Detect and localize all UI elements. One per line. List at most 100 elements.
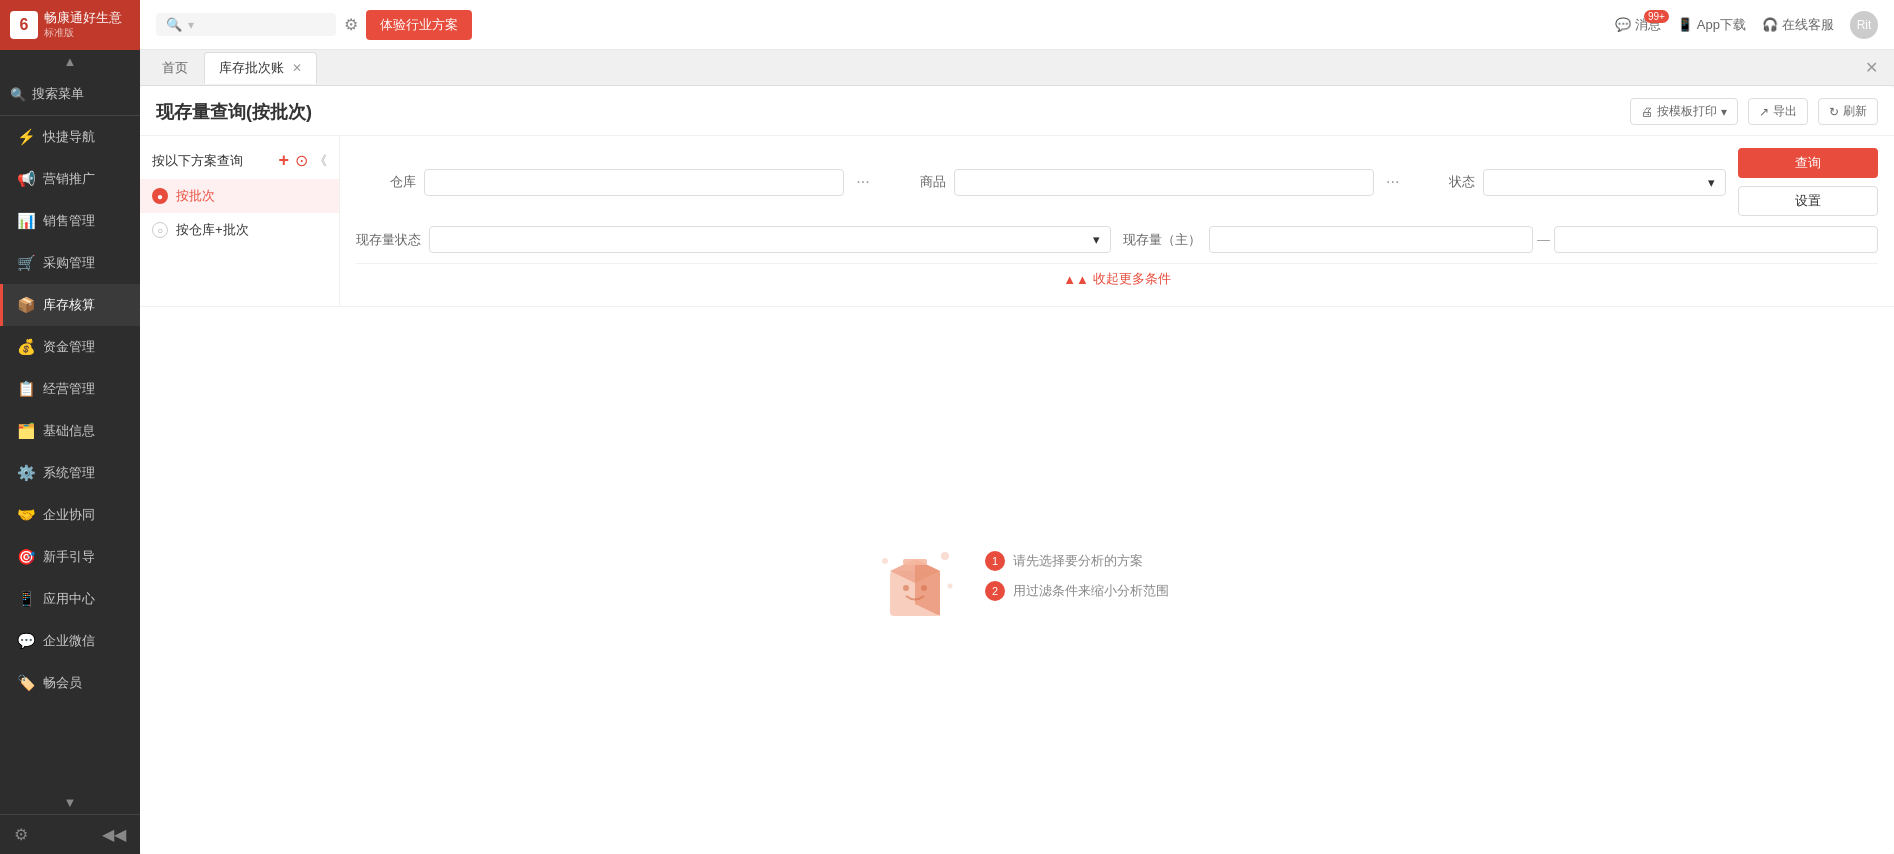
collapse-up-icon: ▲▲ — [1063, 272, 1089, 287]
query-button[interactable]: 查询 — [1738, 148, 1878, 178]
stock-qty-from-input[interactable] — [1209, 226, 1533, 253]
sidebar-item-enterprise[interactable]: 🤝 企业协同 — [0, 494, 140, 536]
select-down-icon2: ▾ — [1093, 232, 1100, 247]
step-num-2: 2 — [985, 581, 1005, 601]
filter-stock-status-group: 现存量状态 ▾ — [356, 226, 1111, 253]
system-icon: ⚙️ — [17, 464, 35, 482]
sidebar-item-member[interactable]: 🏷️ 畅会员 — [0, 662, 140, 704]
svg-point-8 — [948, 583, 953, 588]
topbar-gear-icon[interactable]: ⚙ — [344, 15, 358, 34]
tab-batch[interactable]: 库存批次账 ✕ — [204, 52, 317, 84]
sidebar-item-finance[interactable]: 💰 资金管理 — [0, 326, 140, 368]
filter-area: 按以下方案查询 + ⊙ 《 ● 按批次 ○ 按仓库+批次 — [140, 136, 1894, 307]
sidebar-header: 6 畅康通好生意 标准版 — [0, 0, 140, 50]
sidebar-item-system[interactable]: ⚙️ 系统管理 — [0, 452, 140, 494]
sidebar-item-inventory[interactable]: 📦 库存核算 — [0, 284, 140, 326]
scheme-header-actions: + ⊙ 《 — [278, 150, 327, 171]
scheme-dot-active: ● — [152, 188, 168, 204]
filter-stock-qty-group: 现存量（主） — — [1123, 226, 1878, 253]
app-logo: 6 — [10, 11, 38, 39]
sidebar-item-purchase[interactable]: 🛒 采购管理 — [0, 242, 140, 284]
sidebar-scroll-down[interactable]: ▼ — [0, 791, 140, 814]
page-header: 现存量查询(按批次) 🖨 按模板打印 ▾ ↗ 导出 ↻ 刷新 — [140, 86, 1894, 136]
online-service-button[interactable]: 🎧 在线客服 — [1762, 16, 1834, 34]
scheme-item-warehouse-batch[interactable]: ○ 按仓库+批次 — [140, 213, 339, 247]
settings-scheme-icon[interactable]: ⊙ — [295, 151, 308, 170]
filter-row-2: 现存量状态 ▾ 现存量（主） — — [356, 226, 1878, 253]
refresh-button[interactable]: ↻ 刷新 — [1818, 98, 1878, 125]
newguide-icon: 🎯 — [17, 548, 35, 566]
scheme-header: 按以下方案查询 + ⊙ 《 — [140, 146, 339, 179]
goods-more-icon[interactable]: ··· — [1382, 173, 1403, 191]
marketing-icon: 📢 — [17, 170, 35, 188]
topbar-left: 🔍 ▾ ⚙ 体验行业方案 — [156, 10, 1605, 40]
sidebar-item-wechat[interactable]: 💬 企业微信 — [0, 620, 140, 662]
page-actions: 🖨 按模板打印 ▾ ↗ 导出 ↻ 刷新 — [1630, 98, 1878, 125]
search-menu-button[interactable]: 🔍 搜索菜单 — [10, 81, 130, 107]
empty-state: 1 请先选择要分析的方案 2 用过滤条件来缩小分析范围 — [140, 307, 1894, 854]
filter-warehouse-group: 仓库 ··· — [356, 169, 874, 196]
empty-step-1: 1 请先选择要分析的方案 — [985, 551, 1169, 571]
wechat-icon: 💬 — [17, 632, 35, 650]
sidebar-item-operation[interactable]: 📋 经营管理 — [0, 368, 140, 410]
add-scheme-icon[interactable]: + — [278, 150, 289, 171]
stock-status-select[interactable]: ▾ — [429, 226, 1111, 253]
svg-point-5 — [921, 585, 927, 591]
sidebar-item-newguide[interactable]: 🎯 新手引导 — [0, 536, 140, 578]
warehouse-label: 仓库 — [356, 173, 416, 191]
stock-status-label: 现存量状态 — [356, 231, 421, 249]
message-button[interactable]: 💬 消息 99+ — [1615, 16, 1661, 34]
appcenter-icon: 📱 — [17, 590, 35, 608]
phone-icon: 📱 — [1677, 17, 1693, 32]
collapse-scheme-icon[interactable]: 《 — [314, 152, 327, 170]
close-panel-btn[interactable]: ✕ — [1857, 58, 1886, 77]
empty-text: 1 请先选择要分析的方案 2 用过滤条件来缩小分析范围 — [985, 551, 1169, 611]
search-icon: 🔍 — [166, 17, 182, 32]
status-label: 状态 — [1415, 173, 1475, 191]
basic-icon: 🗂️ — [17, 422, 35, 440]
warehouse-input[interactable] — [424, 169, 844, 196]
status-select[interactable]: ▾ — [1483, 169, 1726, 196]
export-icon: ↗ — [1759, 105, 1769, 119]
stock-qty-range: — — [1209, 226, 1878, 253]
sidebar-footer: ⚙ ◀◀ — [0, 814, 140, 854]
sidebar-item-quick[interactable]: ⚡ 快捷导航 — [0, 116, 140, 158]
scheme-dot-inactive: ○ — [152, 222, 168, 238]
page-title: 现存量查询(按批次) — [156, 100, 312, 124]
print-template-button[interactable]: 🖨 按模板打印 ▾ — [1630, 98, 1738, 125]
sidebar-item-basic[interactable]: 🗂️ 基础信息 — [0, 410, 140, 452]
user-avatar[interactable]: Rit — [1850, 11, 1878, 39]
finance-icon: 💰 — [17, 338, 35, 356]
tab-close-icon[interactable]: ✕ — [292, 61, 302, 75]
filter-row-1: 仓库 ··· 商品 ··· 状态 — [356, 148, 1878, 216]
export-button[interactable]: ↗ 导出 — [1748, 98, 1808, 125]
sidebar-scroll-up[interactable]: ▲ — [0, 50, 140, 73]
search-icon: 🔍 — [10, 87, 26, 102]
svg-point-6 — [882, 558, 888, 564]
goods-input[interactable] — [954, 169, 1374, 196]
trial-button[interactable]: 体验行业方案 — [366, 10, 472, 40]
service-icon: 🎧 — [1762, 17, 1778, 32]
warehouse-more-icon[interactable]: ··· — [852, 173, 873, 191]
collapse-sidebar-icon[interactable]: ◀◀ — [102, 825, 126, 844]
refresh-icon: ↻ — [1829, 105, 1839, 119]
main-area: 🔍 ▾ ⚙ 体验行业方案 💬 消息 99+ 📱 App下载 🎧 在线客服 — [140, 0, 1894, 854]
empty-step-2: 2 用过滤条件来缩小分析范围 — [985, 581, 1169, 601]
svg-rect-3 — [903, 559, 927, 565]
tabs-bar: 首页 库存批次账 ✕ ✕ — [140, 50, 1894, 86]
stock-qty-to-input[interactable] — [1554, 226, 1878, 253]
quick-icon: ⚡ — [17, 128, 35, 146]
topbar-dropdown[interactable]: ▾ — [188, 18, 194, 32]
settings-icon[interactable]: ⚙ — [14, 825, 28, 844]
print-icon: 🖨 — [1641, 105, 1653, 119]
scheme-item-batch[interactable]: ● 按批次 — [140, 179, 339, 213]
print-dropdown-icon: ▾ — [1721, 105, 1727, 119]
tab-home[interactable]: 首页 — [148, 53, 202, 83]
sidebar-item-marketing[interactable]: 📢 营销推广 — [0, 158, 140, 200]
app-download-button[interactable]: 📱 App下载 — [1677, 16, 1746, 34]
sidebar-item-appcenter[interactable]: 📱 应用中心 — [0, 578, 140, 620]
message-icon: 💬 — [1615, 17, 1631, 32]
collapse-more-button[interactable]: ▲▲ 收起更多条件 — [356, 263, 1878, 294]
sidebar-item-sales[interactable]: 📊 销售管理 — [0, 200, 140, 242]
settings-button[interactable]: 设置 — [1738, 186, 1878, 216]
